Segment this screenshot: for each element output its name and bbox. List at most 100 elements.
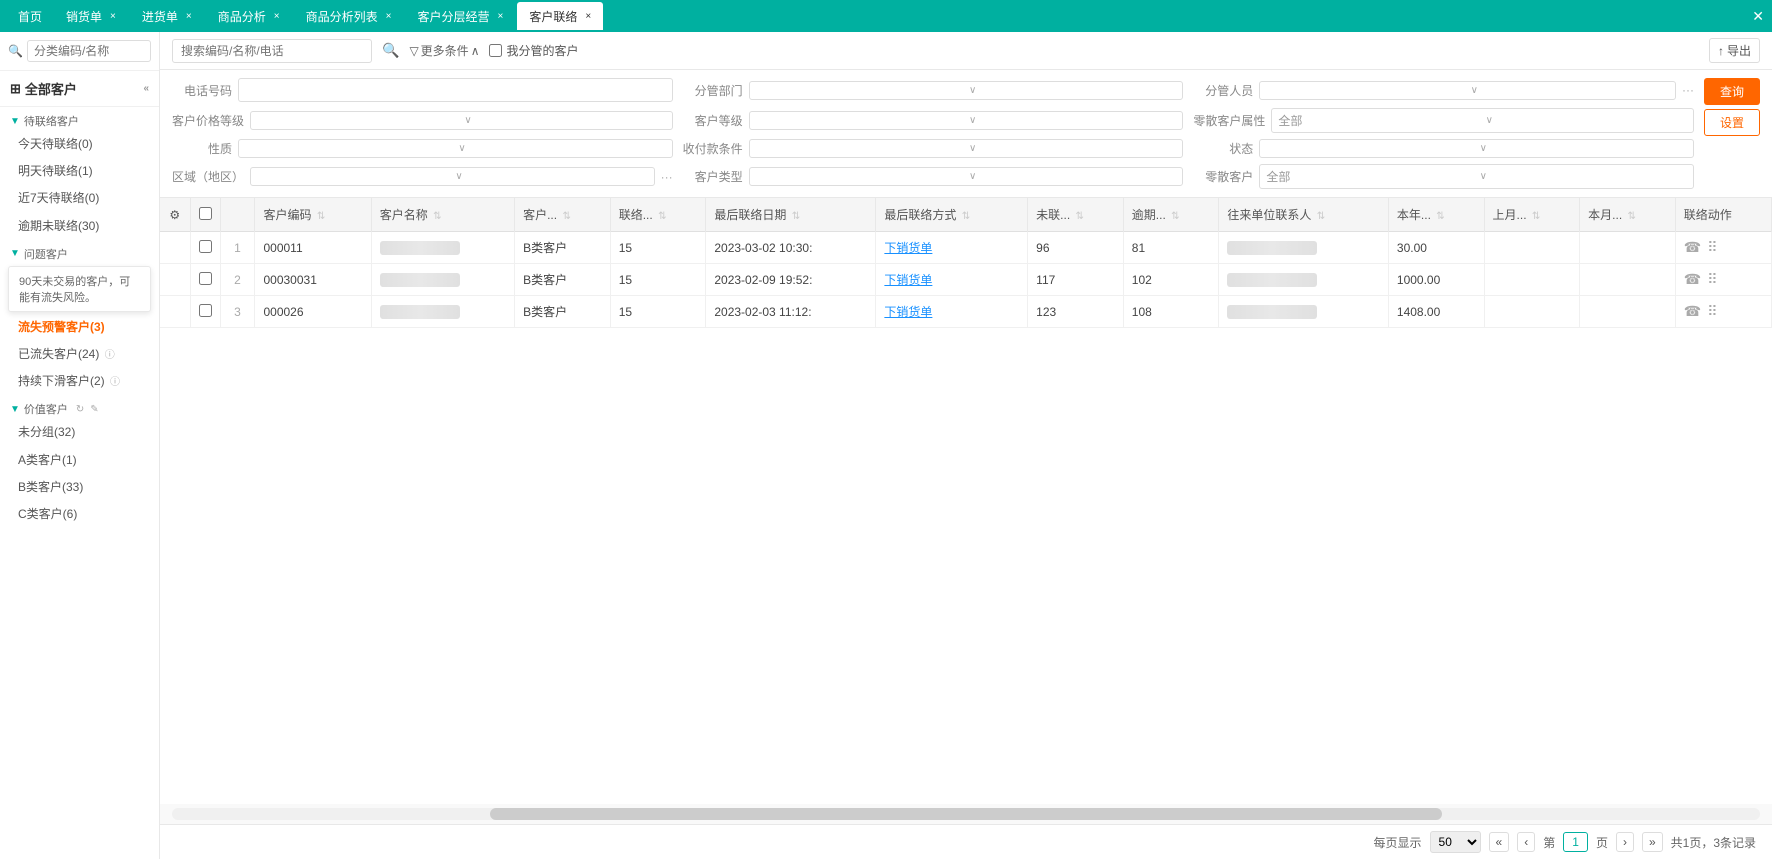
th-checkbox[interactable] — [190, 198, 220, 232]
main-layout: 🔍 ⊞ 全部客户 « ▼ 待联络客户 今天待联络(0) 明天待联络(1) 近7天… — [0, 32, 1772, 859]
row-checkbox[interactable] — [199, 304, 212, 317]
price-level-select[interactable]: ∨ — [250, 111, 673, 130]
sidebar-item-overdue-contact[interactable]: 逾期未联络(30) — [0, 213, 159, 240]
sidebar-item-class-c[interactable]: C类客户(6) — [0, 501, 159, 528]
arrow-down-icon: ▼ — [10, 116, 20, 127]
nav-tab-product-analysis[interactable]: 商品分析 × — [206, 2, 292, 30]
search-button[interactable]: 🔍 — [382, 42, 399, 59]
more-action-icon[interactable]: ⠿ — [1707, 271, 1717, 288]
nav-tab-customer-contact[interactable]: 客户联络 × — [517, 2, 603, 30]
close-customer-contact-tab[interactable]: × — [585, 11, 591, 22]
select-all-checkbox[interactable] — [199, 207, 212, 220]
next-page-button[interactable]: › — [1616, 832, 1634, 852]
sidebar-item-declining[interactable]: 持续下滑客户(2) ⓘ — [0, 368, 159, 395]
sidebar-item-ungrouped[interactable]: 未分组(32) — [0, 419, 159, 446]
query-button[interactable]: 查询 — [1704, 78, 1760, 105]
sidebar-group-problem[interactable]: ▼ 问题客户 — [0, 240, 159, 264]
row-checkbox[interactable] — [199, 240, 212, 253]
th-last-contact-method[interactable]: 最后联络方式 ⇅ — [876, 198, 1028, 232]
td-last-contact-method[interactable]: 下销货单 — [876, 232, 1028, 264]
th-this-month[interactable]: 本月... ⇅ — [1580, 198, 1676, 232]
region-more-btn[interactable]: ··· — [661, 170, 673, 184]
td-checkbox[interactable] — [190, 296, 220, 328]
th-customer-type[interactable]: 客户... ⇅ — [515, 198, 611, 232]
customer-level-select[interactable]: ∨ — [749, 111, 1184, 130]
settings-button[interactable]: 设置 — [1704, 109, 1760, 136]
th-no-contact[interactable]: 未联... ⇅ — [1028, 198, 1124, 232]
sidebar-item-7day-contact[interactable]: 近7天待联络(0) — [0, 185, 159, 212]
sidebar-search-input[interactable] — [27, 40, 151, 62]
retail-customer-select[interactable]: 全部 ∨ — [1259, 164, 1694, 189]
td-last-contact-method[interactable]: 下销货单 — [876, 264, 1028, 296]
payment-select[interactable]: ∨ — [749, 139, 1184, 158]
prev-page-button[interactable]: ‹ — [1517, 832, 1535, 852]
th-contact[interactable]: 联络... ⇅ — [610, 198, 706, 232]
td-checkbox[interactable] — [190, 264, 220, 296]
close-sales-tab[interactable]: × — [110, 11, 116, 22]
sidebar-group-pending[interactable]: ▼ 待联络客户 — [0, 107, 159, 131]
nav-tab-product-analysis-list[interactable]: 商品分析列表 × — [294, 2, 404, 30]
more-action-icon[interactable]: ⠿ — [1707, 239, 1717, 256]
nature-field: 性质 ∨ — [172, 139, 673, 158]
my-customers-checkbox[interactable] — [489, 44, 502, 57]
sidebar-all-customers[interactable]: ⊞ 全部客户 « — [0, 71, 159, 107]
th-overdue[interactable]: 逾期... ⇅ — [1123, 198, 1219, 232]
advanced-filter: 电话号码 分管部门 ∨ 分管人员 — [160, 70, 1772, 198]
person-select[interactable]: ∨ — [1259, 81, 1676, 100]
search-input[interactable] — [172, 39, 372, 63]
sidebar-group-value[interactable]: ▼ 价值客户 ↻ ✎ — [0, 395, 159, 419]
td-no-contact: 96 — [1028, 232, 1124, 264]
export-button[interactable]: ↑ 导出 — [1709, 38, 1760, 63]
sidebar-item-today-contact[interactable]: 今天待联络(0) — [0, 131, 159, 158]
edit-icon[interactable]: ✎ — [90, 404, 98, 415]
th-customer-name[interactable]: 客户名称 ⇅ — [371, 198, 514, 232]
sidebar-item-class-a[interactable]: A类客户(1) — [0, 447, 159, 474]
th-this-year[interactable]: 本年... ⇅ — [1388, 198, 1484, 232]
more-conditions-button[interactable]: ▽ 更多条件 ∧ — [409, 42, 479, 59]
td-customer-code: 000011 — [255, 232, 371, 264]
sidebar-item-tomorrow-contact[interactable]: 明天待联络(1) — [0, 158, 159, 185]
problem-customers-tooltip: 90天未交易的客户，可能有流失风险。 — [8, 266, 151, 312]
td-last-contact-method[interactable]: 下销货单 — [876, 296, 1028, 328]
nav-tab-customer-layer[interactable]: 客户分层经营 × — [405, 2, 515, 30]
sidebar-item-class-b[interactable]: B类客户(33) — [0, 474, 159, 501]
th-last-month[interactable]: 上月... ⇅ — [1484, 198, 1580, 232]
region-select[interactable]: ∨ — [250, 167, 655, 186]
last-page-button[interactable]: » — [1642, 832, 1663, 852]
first-page-button[interactable]: « — [1489, 832, 1510, 852]
row-checkbox[interactable] — [199, 272, 212, 285]
more-action-icon[interactable]: ⠿ — [1707, 303, 1717, 320]
nav-tab-purchase[interactable]: 进货单 × — [130, 2, 204, 30]
status-select[interactable]: ∨ — [1259, 139, 1694, 158]
nature-select[interactable]: ∨ — [238, 139, 673, 158]
close-customer-layer-tab[interactable]: × — [497, 11, 503, 22]
close-purchase-tab[interactable]: × — [186, 11, 192, 22]
sidebar-item-churn-warning[interactable]: 流失预警客户(3) — [0, 314, 159, 341]
phone-input[interactable] — [238, 78, 673, 102]
th-customer-code[interactable]: 客户编码 ⇅ — [255, 198, 371, 232]
per-page-select[interactable]: 50 20 100 — [1430, 831, 1481, 853]
th-unit-contact[interactable]: 往来单位联系人 ⇅ — [1219, 198, 1389, 232]
contact-action-icon[interactable]: ☎ — [1684, 271, 1701, 288]
region-field: 区域（地区） ∨ ··· — [172, 167, 673, 186]
th-last-contact-date[interactable]: 最后联络日期 ⇅ — [706, 198, 876, 232]
nav-tab-sales[interactable]: 销货单 × — [54, 2, 128, 30]
close-window-button[interactable]: ✕ — [1752, 8, 1764, 25]
contact-action-icon[interactable]: ☎ — [1684, 239, 1701, 256]
sidebar-collapse-btn[interactable]: « — [143, 83, 149, 94]
td-checkbox[interactable] — [190, 232, 220, 264]
dept-select[interactable]: ∨ — [749, 81, 1184, 100]
table-row: 1 000011 B类客户 15 2023-03-02 10:30: 下销货单 … — [160, 232, 1772, 264]
horizontal-scrollbar[interactable] — [172, 808, 1760, 820]
close-product-analysis-tab[interactable]: × — [274, 11, 280, 22]
th-settings[interactable]: ⚙ — [160, 198, 190, 232]
chevron-down-icon: ∨ — [1480, 171, 1687, 182]
sidebar-item-churned[interactable]: 已流失客户(24) ⓘ — [0, 341, 159, 368]
retail-attr-select[interactable]: 全部 ∨ — [1271, 108, 1694, 133]
close-product-analysis-list-tab[interactable]: × — [386, 11, 392, 22]
refresh-icon[interactable]: ↻ — [76, 404, 84, 415]
nav-tab-home[interactable]: 首页 — [8, 8, 52, 25]
person-more-btn[interactable]: ··· — [1682, 83, 1694, 97]
customer-type-select[interactable]: ∨ — [749, 167, 1184, 186]
contact-action-icon[interactable]: ☎ — [1684, 303, 1701, 320]
